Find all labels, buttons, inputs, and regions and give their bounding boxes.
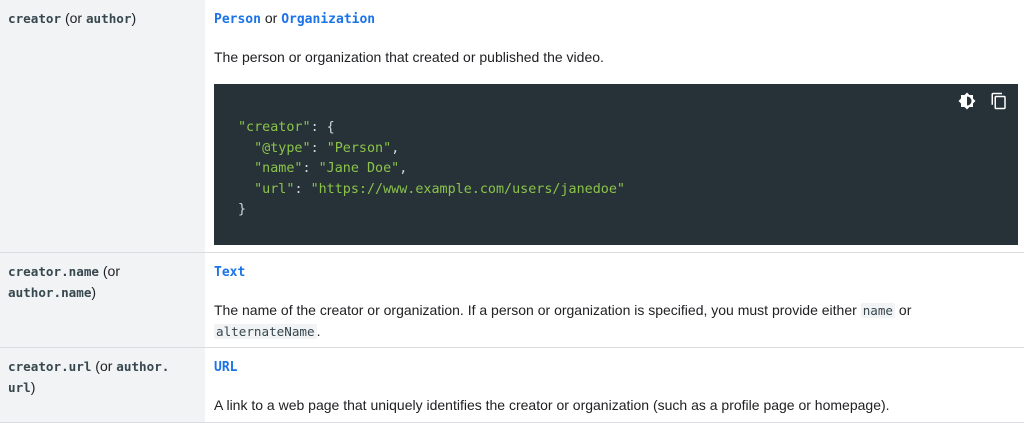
code-block: "creator": { "@type": "Person", "name": … [214,84,1018,245]
type-link-person[interactable]: Person [214,12,261,27]
type-line: Text [214,261,1018,283]
table-row: creator.url (or author. url) URL A link t… [0,348,1024,423]
type-separator: or [260,10,282,26]
property-text: ) [91,284,97,300]
table-row: creator.name (or author.name) Text The n… [0,253,1024,348]
description-part: The name of the creator or organization.… [214,302,861,318]
property-cell: creator.name (or author.name) [0,253,205,347]
type-line: URL [214,356,1018,378]
description-text: A link to a web page that uniquely ident… [214,397,890,413]
code-value: "Jane Doe" [318,161,400,176]
type-link-text[interactable]: Text [214,265,245,280]
inline-code-name: name [860,303,896,318]
property-text: (or [99,263,120,279]
property-code: author. [116,359,170,374]
code-punctuation: : { [310,120,335,135]
code-key: "creator" [238,120,311,135]
property-code: creator.url [8,359,92,374]
property-text: ) [131,10,137,26]
type-link-organization[interactable]: Organization [281,12,375,27]
property-cell: creator (or author) [0,0,205,252]
code-key: "name" [254,161,303,176]
dark-theme-icon[interactable] [958,92,976,110]
property-code: creator [8,11,62,26]
code-comma: , [391,140,400,156]
code-key: "@type" [254,140,311,156]
code-colon: : [294,181,311,197]
property-code: url [8,380,31,395]
code-value: "https://www.example.com/users/janedoe" [310,181,625,197]
type-line: Person or Organization [214,8,1018,30]
code-closing-brace: } [238,202,247,217]
code-colon: : [302,161,319,176]
property-code: author.name [8,285,92,300]
property-code: creator.name [8,264,99,279]
type-link-url[interactable]: URL [214,360,237,375]
description-cell: Person or Organization The person or org… [205,0,1024,252]
code-comma: , [399,161,408,176]
copy-icon[interactable] [990,92,1008,110]
description-part: . [316,323,321,339]
description-part: or [895,302,912,318]
property-code: author [85,11,132,26]
property-text: (or [61,10,86,26]
description-cell: URL A link to a web page that uniquely i… [205,348,1024,422]
code-tools [958,92,1008,110]
code-colon: : [310,140,327,156]
inline-code-alternatename: alternateName [214,324,317,339]
property-text: ) [30,379,36,395]
table-row: creator (or author) Person or Organizati… [0,0,1024,253]
description-text: The name of the creator or organization.… [214,300,1018,342]
properties-table: creator (or author) Person or Organizati… [0,0,1024,423]
description-text: The person or organization that created … [214,49,604,65]
property-cell: creator.url (or author. url) [0,348,205,422]
property-text: (or [91,358,117,374]
code-value: "Person" [326,140,392,156]
description-cell: Text The name of the creator or organiza… [205,253,1024,347]
code-key: "url" [254,181,295,197]
